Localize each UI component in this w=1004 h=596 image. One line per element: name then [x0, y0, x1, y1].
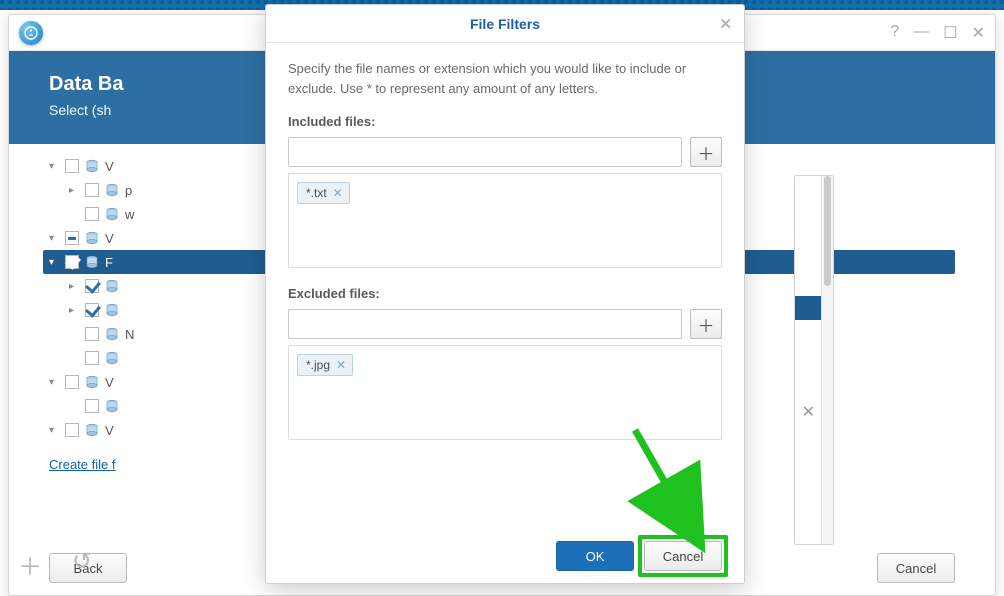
history-icon[interactable]: ↺	[72, 547, 92, 582]
dialog-description: Specify the file names or extension whic…	[288, 59, 722, 98]
tree-checkbox[interactable]	[65, 423, 79, 437]
included-input[interactable]	[288, 137, 682, 167]
disk-icon	[105, 399, 119, 413]
tree-caret-icon[interactable]: ▾	[49, 233, 59, 244]
left-tool-icons: ＋ ↺	[18, 547, 92, 582]
tree-checkbox[interactable]	[85, 327, 99, 341]
dialog-title: File Filters	[470, 16, 540, 32]
tree-label: F	[105, 255, 113, 270]
wizard-cancel-button[interactable]: Cancel	[877, 553, 955, 583]
disk-icon	[85, 255, 99, 269]
disk-icon	[85, 231, 99, 245]
disk-icon	[85, 375, 99, 389]
excluded-tags-area: *.jpg ✕	[288, 345, 722, 440]
filter-tag-text: *.txt	[306, 186, 327, 200]
panel-close-icon[interactable]: ✕	[802, 402, 815, 422]
excluded-files-label: Excluded files:	[288, 286, 722, 301]
tree-checkbox[interactable]	[85, 303, 99, 317]
close-icon[interactable]: ✕	[972, 23, 985, 43]
tree-caret-icon[interactable]: ▾	[49, 161, 59, 172]
included-add-button[interactable]: ＋	[690, 137, 722, 167]
tree-checkbox[interactable]	[85, 399, 99, 413]
tree-checkbox[interactable]	[65, 375, 79, 389]
tree-checkbox[interactable]	[85, 279, 99, 293]
tree-label: V	[105, 231, 114, 246]
tree-caret-icon[interactable]: ▸	[69, 185, 79, 196]
disk-icon	[105, 351, 119, 365]
dialog-close-icon[interactable]: ✕	[719, 15, 732, 33]
minimize-icon[interactable]: —	[913, 23, 929, 43]
disk-icon	[105, 279, 119, 293]
tree-label: V	[105, 375, 114, 390]
background-list-panel: ✕	[794, 175, 834, 545]
disk-icon	[105, 303, 119, 317]
excluded-tag[interactable]: *.jpg ✕	[297, 354, 353, 376]
tree-checkbox[interactable]	[85, 351, 99, 365]
help-icon[interactable]: ?	[890, 23, 899, 43]
cancel-button[interactable]: Cancel	[644, 541, 722, 571]
tree-label: w	[125, 207, 134, 222]
tree-checkbox[interactable]	[85, 183, 99, 197]
disk-icon	[105, 207, 119, 221]
included-files-label: Included files:	[288, 114, 722, 129]
excluded-input[interactable]	[288, 309, 682, 339]
disk-icon	[85, 423, 99, 437]
dialog-titlebar: File Filters ✕	[266, 5, 744, 43]
tree-caret-icon[interactable]: ▾	[49, 257, 59, 268]
tree-caret-icon[interactable]: ▾	[49, 377, 59, 388]
tree-checkbox[interactable]	[65, 255, 79, 269]
tree-label: V	[105, 423, 114, 438]
filter-tag-text: *.jpg	[306, 358, 330, 372]
tree-caret-icon[interactable]: ▸	[69, 281, 79, 292]
plus-icon[interactable]: ＋	[18, 547, 42, 582]
tree-checkbox[interactable]	[85, 207, 99, 221]
file-filters-dialog: File Filters ✕ Specify the file names or…	[265, 4, 745, 584]
app-icon	[19, 21, 43, 45]
ok-button[interactable]: OK	[556, 541, 634, 571]
tree-label: V	[105, 159, 114, 174]
maximize-icon[interactable]: ☐	[943, 23, 957, 43]
included-tag[interactable]: *.txt ✕	[297, 182, 350, 204]
create-file-filter-link[interactable]: Create file f	[49, 457, 115, 472]
scrollbar-thumb[interactable]	[824, 176, 831, 286]
disk-icon	[105, 183, 119, 197]
tag-remove-icon[interactable]: ✕	[333, 186, 343, 200]
disk-icon	[85, 159, 99, 173]
tree-caret-icon[interactable]: ▾	[49, 425, 59, 436]
tree-checkbox[interactable]	[65, 159, 79, 173]
tree-checkbox[interactable]	[65, 231, 79, 245]
tree-label: p	[125, 183, 132, 198]
excluded-add-button[interactable]: ＋	[690, 309, 722, 339]
disk-icon	[105, 327, 119, 341]
included-tags-area: *.txt ✕	[288, 173, 722, 268]
tree-caret-icon[interactable]: ▸	[69, 305, 79, 316]
scrollbar[interactable]	[821, 176, 833, 544]
tag-remove-icon[interactable]: ✕	[336, 358, 346, 372]
tree-label: N	[125, 327, 134, 342]
